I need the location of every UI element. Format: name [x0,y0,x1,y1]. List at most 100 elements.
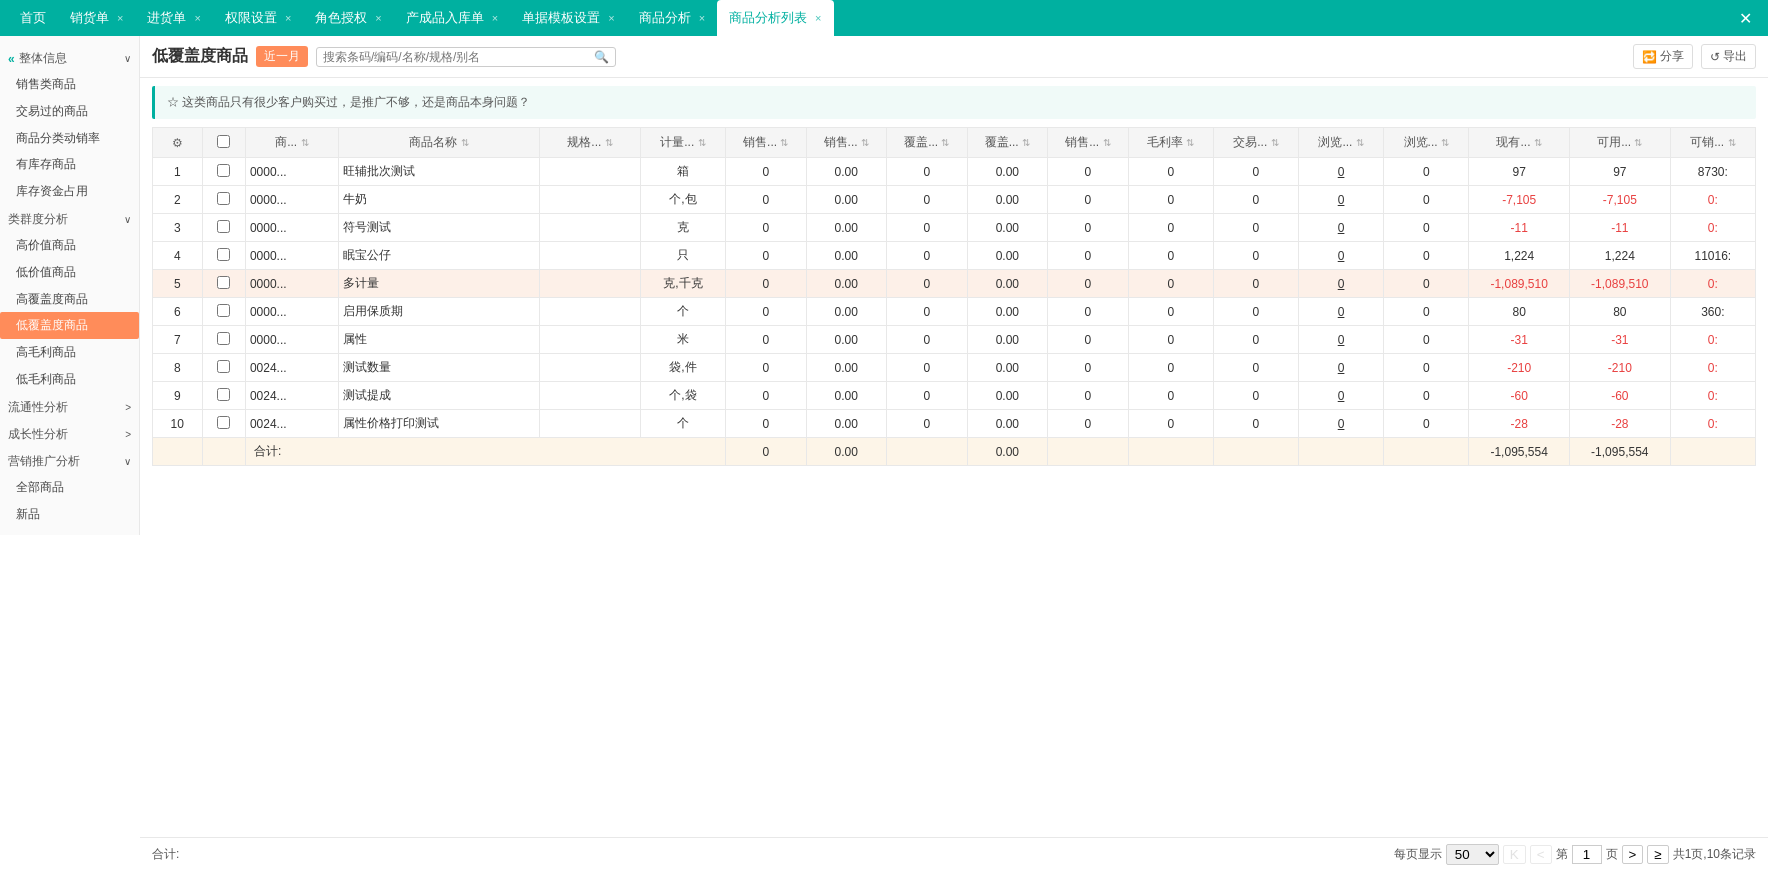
prev-page-button[interactable]: < [1530,845,1552,864]
search-input[interactable] [323,50,590,64]
sidebar-collapse-icon[interactable]: « [8,52,15,66]
cell-name[interactable]: 测试数量 [338,354,539,382]
th-check[interactable] [202,128,245,158]
cell-check[interactable] [202,382,245,410]
sidebar-item-high-coverage[interactable]: 高覆盖度商品 [0,286,139,313]
nav-close-icon[interactable]: × [815,0,821,36]
sidebar-item-low-value[interactable]: 低价值商品 [0,259,139,286]
nav-permission-settings[interactable]: 权限设置 × [213,0,303,36]
nav-close-icon[interactable]: × [375,0,381,36]
th-cover1[interactable]: 覆盖... ⇅ [887,128,968,158]
cell-browse1[interactable]: 0 [1298,354,1383,382]
sidebar-item-low-margin[interactable]: 低毛利商品 [0,366,139,393]
sidebar-item-sales-goods[interactable]: 销售类商品 [0,71,139,98]
cell-name[interactable]: 旺辅批次测试 [338,158,539,186]
th-unit[interactable]: 计量... ⇅ [640,128,725,158]
select-all-checkbox[interactable] [217,135,230,148]
sidebar-section-overall[interactable]: « 整体信息 ∨ [0,44,139,71]
nav-product-analysis-list[interactable]: 商品分析列表 × [717,0,833,36]
sidebar-section-growth[interactable]: 成长性分析 > [0,420,139,447]
cell-check[interactable] [202,158,245,186]
th-code[interactable]: 商... ⇅ [245,128,338,158]
sidebar-item-new-goods[interactable]: 新品 [0,501,139,528]
cell-browse1[interactable]: 0 [1298,158,1383,186]
th-gross[interactable]: 毛利率 ⇅ [1128,128,1213,158]
cell-name[interactable]: 牛奶 [338,186,539,214]
cell-name[interactable]: 测试提成 [338,382,539,410]
next-page-button[interactable]: > [1622,845,1644,864]
cell-browse1[interactable]: 0 [1298,242,1383,270]
cell-name[interactable]: 眠宝公仔 [338,242,539,270]
th-browse1[interactable]: 浏览... ⇅ [1298,128,1383,158]
th-cover2[interactable]: 覆盖... ⇅ [967,128,1048,158]
th-name[interactable]: 商品名称 ⇅ [338,128,539,158]
th-sales1[interactable]: 销售... ⇅ [725,128,806,158]
sidebar-item-all-goods[interactable]: 全部商品 [0,474,139,501]
row-checkbox[interactable] [217,164,230,177]
sidebar-item-low-coverage[interactable]: 低覆盖度商品 [0,312,139,339]
nav-close-icon[interactable]: × [492,0,498,36]
nav-purchase-order[interactable]: 进货单 × [135,0,212,36]
sidebar-item-category-rate[interactable]: 商品分类动销率 [0,125,139,152]
cell-name[interactable]: 属性 [338,326,539,354]
th-avail[interactable]: 可用... ⇅ [1569,128,1670,158]
nav-close-icon[interactable]: × [699,0,705,36]
nav-close-icon[interactable]: × [117,0,123,36]
th-settings[interactable]: ⚙ [153,128,203,158]
row-checkbox[interactable] [217,276,230,289]
th-spec[interactable]: 规格... ⇅ [540,128,641,158]
th-sales3[interactable]: 销售... ⇅ [1048,128,1129,158]
window-close-button[interactable]: ✕ [1731,9,1760,28]
cell-check[interactable] [202,186,245,214]
cell-browse1[interactable]: 0 [1298,186,1383,214]
search-icon[interactable]: 🔍 [594,50,609,64]
nav-template-settings[interactable]: 单据模板设置 × [510,0,626,36]
cell-check[interactable] [202,354,245,382]
period-button[interactable]: 近一月 [256,46,308,67]
last-page-button[interactable]: ≥ [1647,845,1668,864]
row-checkbox[interactable] [217,220,230,233]
cell-check[interactable] [202,270,245,298]
cell-browse1[interactable]: 0 [1298,326,1383,354]
cell-check[interactable] [202,298,245,326]
nav-close-icon[interactable]: × [285,0,291,36]
nav-home[interactable]: 首页 [8,0,58,36]
cell-browse1[interactable]: 0 [1298,382,1383,410]
cell-browse1[interactable]: 0 [1298,214,1383,242]
th-sellable[interactable]: 可销... ⇅ [1670,128,1755,158]
row-checkbox[interactable] [217,192,230,205]
nav-close-icon[interactable]: × [608,0,614,36]
nav-product-stock[interactable]: 产成品入库单 × [394,0,510,36]
row-checkbox[interactable] [217,388,230,401]
th-sales2[interactable]: 销售... ⇅ [806,128,887,158]
export-button[interactable]: ↺ 导出 [1701,44,1756,69]
cell-check[interactable] [202,410,245,438]
cell-name[interactable]: 多计量 [338,270,539,298]
sidebar-item-stock-capital[interactable]: 库存资金占用 [0,178,139,205]
row-checkbox[interactable] [217,332,230,345]
table-container[interactable]: ⚙ 商... ⇅ 商品名称 ⇅ 规格... ⇅ 计量... ⇅ 销售... ⇅ … [140,127,1768,837]
cell-browse1[interactable]: 0 [1298,270,1383,298]
cell-check[interactable] [202,242,245,270]
sidebar-item-stock-goods[interactable]: 有库存商品 [0,151,139,178]
cell-browse1[interactable]: 0 [1298,298,1383,326]
cell-check[interactable] [202,214,245,242]
cell-browse1[interactable]: 0 [1298,410,1383,438]
sidebar-section-marketing[interactable]: 营销推广分析 ∨ [0,447,139,474]
nav-sales-order[interactable]: 销货单 × [58,0,135,36]
sidebar-section-flow[interactable]: 流通性分析 > [0,393,139,420]
sidebar-section-group[interactable]: 类群度分析 ∨ [0,205,139,232]
row-checkbox[interactable] [217,304,230,317]
cell-name[interactable]: 属性价格打印测试 [338,410,539,438]
nav-role-auth[interactable]: 角色授权 × [303,0,393,36]
row-checkbox[interactable] [217,416,230,429]
th-current[interactable]: 现有... ⇅ [1469,128,1570,158]
cell-check[interactable] [202,326,245,354]
th-trade[interactable]: 交易... ⇅ [1213,128,1298,158]
nav-close-icon[interactable]: × [194,0,200,36]
share-button[interactable]: 🔁 分享 [1633,44,1693,69]
th-browse2[interactable]: 浏览... ⇅ [1384,128,1469,158]
per-page-select[interactable]: 50 20 100 [1446,844,1499,865]
sidebar-item-traded-goods[interactable]: 交易过的商品 [0,98,139,125]
row-checkbox[interactable] [217,248,230,261]
